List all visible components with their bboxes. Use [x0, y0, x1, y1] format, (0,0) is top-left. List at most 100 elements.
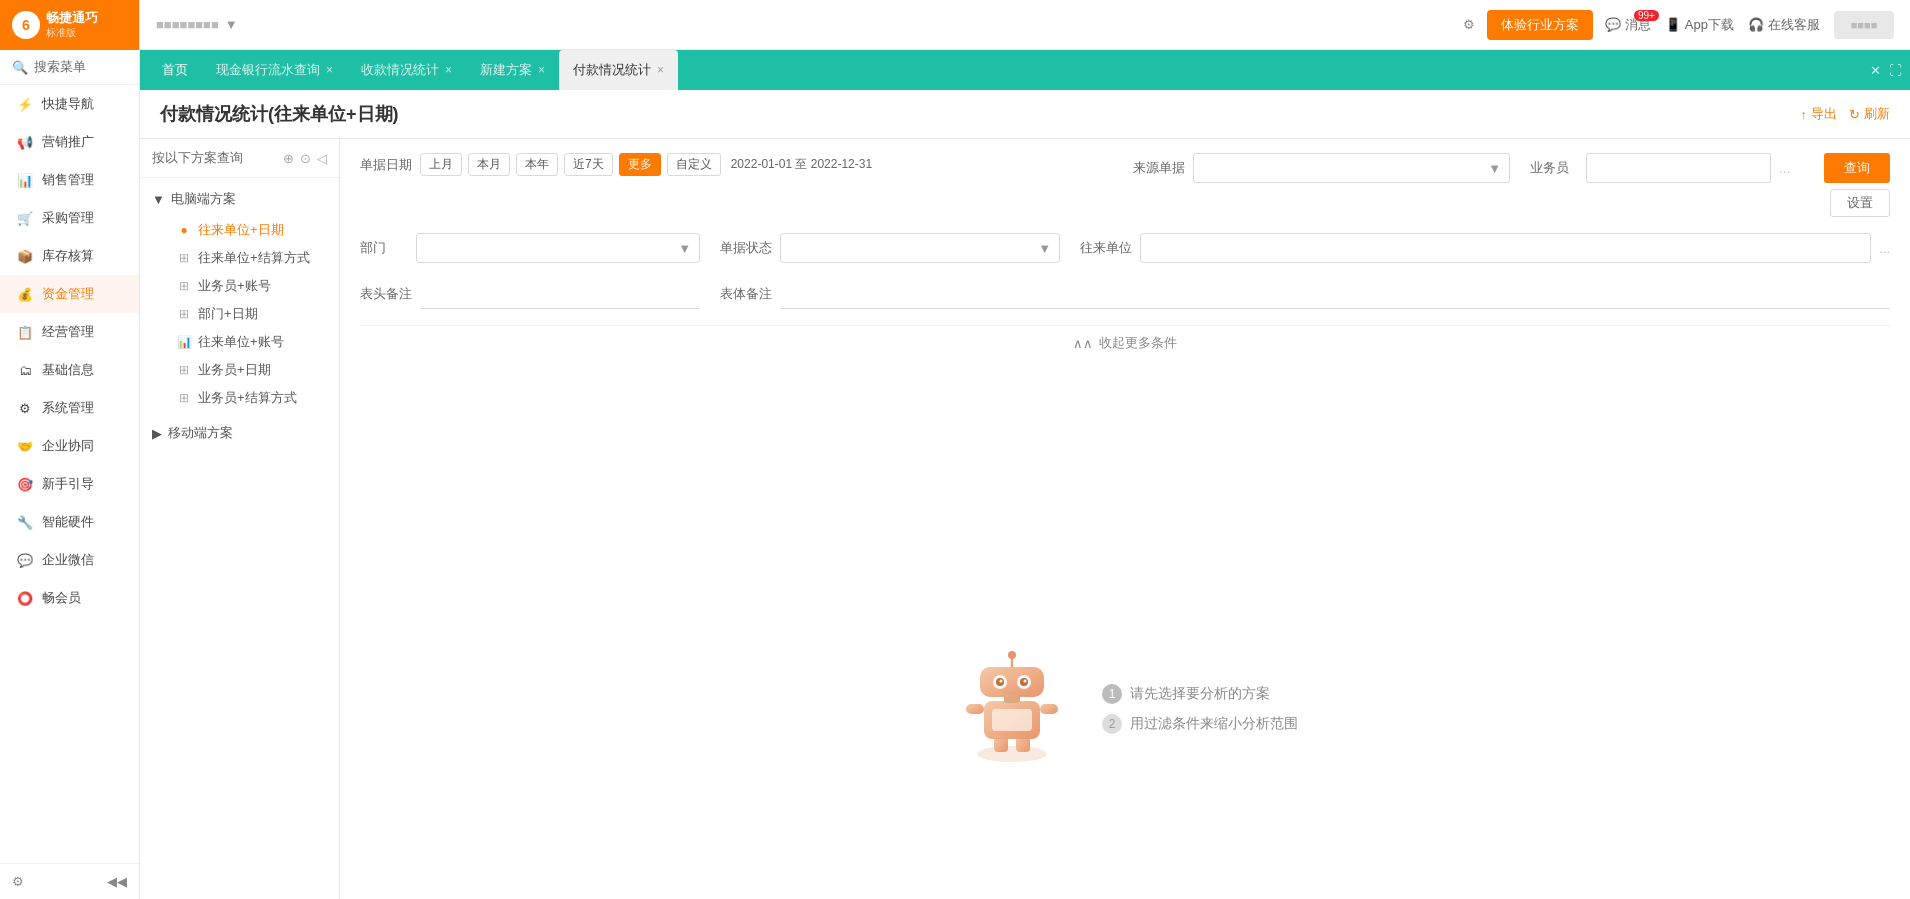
date-btn-more[interactable]: 更多 — [619, 153, 661, 176]
system-icon: ⚙ — [16, 399, 34, 417]
tab-collection[interactable]: 收款情况统计 × — [347, 50, 466, 90]
tab-new-scheme-close[interactable]: × — [538, 63, 545, 77]
query-btn[interactable]: 查询 — [1824, 153, 1890, 183]
topbar-gear-icon[interactable]: ⚙ — [1463, 17, 1475, 32]
sidebar-item-member[interactable]: ⭕ 畅会员 — [0, 579, 139, 617]
unit-label: 往来单位 — [1080, 239, 1132, 257]
scheme-unit-settle[interactable]: ⊞ 往来单位+结算方式 — [168, 244, 327, 272]
tab-payment-close[interactable]: × — [657, 63, 664, 77]
tab-expand-icon[interactable]: ⛶ — [1889, 63, 1902, 78]
desktop-group-title[interactable]: ▼ 电脑端方案 — [152, 186, 327, 212]
user-avatar[interactable]: ■■■■ — [1834, 11, 1894, 39]
tab-cashflow-close[interactable]: × — [326, 63, 333, 77]
sidebar-item-quick-nav[interactable]: ⚡ 快捷导航 — [0, 85, 139, 123]
scheme-panel-header: 按以下方案查询 ⊕ ⊙ ◁ — [140, 139, 339, 178]
date-btn-last-month[interactable]: 上月 — [420, 153, 462, 176]
mobile-group-title[interactable]: ▶ 移动端方案 — [152, 420, 327, 446]
svg-rect-8 — [980, 667, 1044, 697]
message-btn[interactable]: 💬 消息 99+ — [1605, 16, 1651, 34]
svg-point-14 — [1024, 680, 1027, 683]
date-btn-this-year[interactable]: 本年 — [516, 153, 558, 176]
tabs-actions: ✕ ⛶ — [1870, 63, 1902, 78]
hint-num-1: 1 — [1102, 684, 1122, 704]
scheme-table-icon-5: ⊞ — [176, 390, 192, 406]
filter-staff-item: 业务员 ... — [1530, 153, 1790, 183]
scheme-settings-icon[interactable]: ⊙ — [300, 151, 311, 166]
scheme-unit-account[interactable]: 📊 往来单位+账号 — [168, 328, 327, 356]
export-btn[interactable]: ↑ 导出 — [1801, 105, 1838, 123]
note-head-input[interactable] — [420, 279, 700, 309]
basic-icon: 🗂 — [16, 361, 34, 379]
scheme-staff-date[interactable]: ⊞ 业务员+日期 — [168, 356, 327, 384]
note-body-input[interactable] — [780, 279, 1890, 309]
breadcrumb-dropdown-icon[interactable]: ▼ — [225, 17, 238, 32]
staff-dots-btn[interactable]: ... — [1779, 161, 1790, 176]
sidebar-item-system[interactable]: ⚙ 系统管理 — [0, 389, 139, 427]
breadcrumb-text: ■■■■■■■■ — [156, 17, 219, 32]
scheme-table-icon-2: ⊞ — [176, 278, 192, 294]
topbar: ■■■■■■■■ ▼ ⚙ 体验行业方案 💬 消息 99+ 📱 App下载 🎧 在… — [140, 0, 1910, 50]
scheme-collapse-icon[interactable]: ◁ — [317, 151, 327, 166]
tab-cashflow[interactable]: 现金银行流水查询 × — [202, 50, 347, 90]
unit-dots-btn[interactable]: ... — [1879, 241, 1890, 256]
sidebar-item-finance[interactable]: 💰 资金管理 — [0, 275, 139, 313]
sales-icon: 📊 — [16, 171, 34, 189]
page-header-actions: ↑ 导出 ↻ 刷新 — [1801, 105, 1891, 123]
tab-new-scheme[interactable]: 新建方案 × — [466, 50, 559, 90]
scheme-chart-icon: 📊 — [176, 334, 192, 350]
scheme-add-icon[interactable]: ⊕ — [283, 151, 294, 166]
sidebar-item-operations[interactable]: 📋 经营管理 — [0, 313, 139, 351]
topbar-right: 💬 消息 99+ 📱 App下载 🎧 在线客服 ■■■■ — [1605, 11, 1894, 39]
cooperation-icon: 🤝 — [16, 437, 34, 455]
sidebar-item-inventory[interactable]: 📦 库存核算 — [0, 237, 139, 275]
headset-icon: 🎧 — [1748, 17, 1764, 32]
svg-point-0 — [977, 746, 1047, 762]
sidebar-item-basic[interactable]: 🗂 基础信息 — [0, 351, 139, 389]
scheme-table-icon-3: ⊞ — [176, 306, 192, 322]
note-head-label: 表头备注 — [360, 285, 412, 303]
date-btn-7days[interactable]: 近7天 — [564, 153, 613, 176]
status-select[interactable]: ▼ — [780, 233, 1060, 263]
date-btn-this-month[interactable]: 本月 — [468, 153, 510, 176]
sidebar-item-guide[interactable]: 🎯 新手引导 — [0, 465, 139, 503]
date-label: 单据日期 — [360, 156, 412, 174]
footer-gear-icon[interactable]: ⚙ — [12, 874, 24, 889]
filter-row-1: 单据日期 上月 本月 本年 近7天 更多 自定义 2022-01-01 至 20… — [360, 153, 1890, 217]
hardware-icon: 🔧 — [16, 513, 34, 531]
source-select[interactable]: ▼ — [1193, 153, 1510, 183]
tabs-bar: 首页 现金银行流水查询 × 收款情况统计 × 新建方案 × 付款情况统计 × ✕… — [140, 50, 1910, 90]
date-btn-custom[interactable]: 自定义 — [667, 153, 721, 176]
scheme-staff-account[interactable]: ⊞ 业务员+账号 — [168, 272, 327, 300]
sidebar-item-marketing[interactable]: 📢 营销推广 — [0, 123, 139, 161]
online-service-btn[interactable]: 🎧 在线客服 — [1748, 16, 1820, 34]
finance-icon: 💰 — [16, 285, 34, 303]
filter-row-3: 表头备注 表体备注 — [360, 279, 1890, 309]
dept-chevron-icon: ▼ — [678, 241, 691, 256]
scheme-staff-settle[interactable]: ⊞ 业务员+结算方式 — [168, 384, 327, 412]
trial-btn[interactable]: 体验行业方案 — [1487, 10, 1593, 40]
app-download-btn[interactable]: 📱 App下载 — [1665, 16, 1734, 34]
filter-dept-item: 部门 ▼ — [360, 233, 700, 263]
sidebar-item-cooperation[interactable]: 🤝 企业协同 — [0, 427, 139, 465]
tab-collection-close[interactable]: × — [445, 63, 452, 77]
search-menu[interactable]: 🔍 搜索菜单 — [0, 50, 139, 85]
dept-select[interactable]: ▼ — [416, 233, 700, 263]
sidebar-item-hardware[interactable]: 🔧 智能硬件 — [0, 503, 139, 541]
sidebar-item-purchase[interactable]: 🛒 采购管理 — [0, 199, 139, 237]
note-body-label: 表体备注 — [720, 285, 772, 303]
scheme-dept-date[interactable]: ⊞ 部门+日期 — [168, 300, 327, 328]
empty-state: 1 请先选择要分析的方案 2 用过滤条件来缩小分析范围 — [340, 519, 1910, 899]
sidebar-item-sales[interactable]: 📊 销售管理 — [0, 161, 139, 199]
refresh-btn[interactable]: ↻ 刷新 — [1849, 105, 1890, 123]
settings-btn[interactable]: 设置 — [1830, 189, 1890, 217]
footer-collapse-icon[interactable]: ◀◀ — [107, 874, 127, 889]
scheme-unit-date[interactable]: ● 往来单位+日期 — [168, 216, 327, 244]
sidebar-nav: ⚡ 快捷导航 📢 营销推广 📊 销售管理 🛒 采购管理 📦 库存核算 💰 资金管… — [0, 85, 139, 863]
sidebar-item-wechat[interactable]: 💬 企业微信 — [0, 541, 139, 579]
collapse-btn[interactable]: ∧∧ 收起更多条件 — [360, 325, 1890, 360]
tab-home[interactable]: 首页 — [148, 50, 202, 90]
svg-rect-4 — [992, 709, 1032, 731]
tab-payment[interactable]: 付款情况统计 × — [559, 50, 678, 90]
tab-close-all-icon[interactable]: ✕ — [1870, 63, 1881, 78]
filter-status-item: 单据状态 ▼ — [720, 233, 1060, 263]
